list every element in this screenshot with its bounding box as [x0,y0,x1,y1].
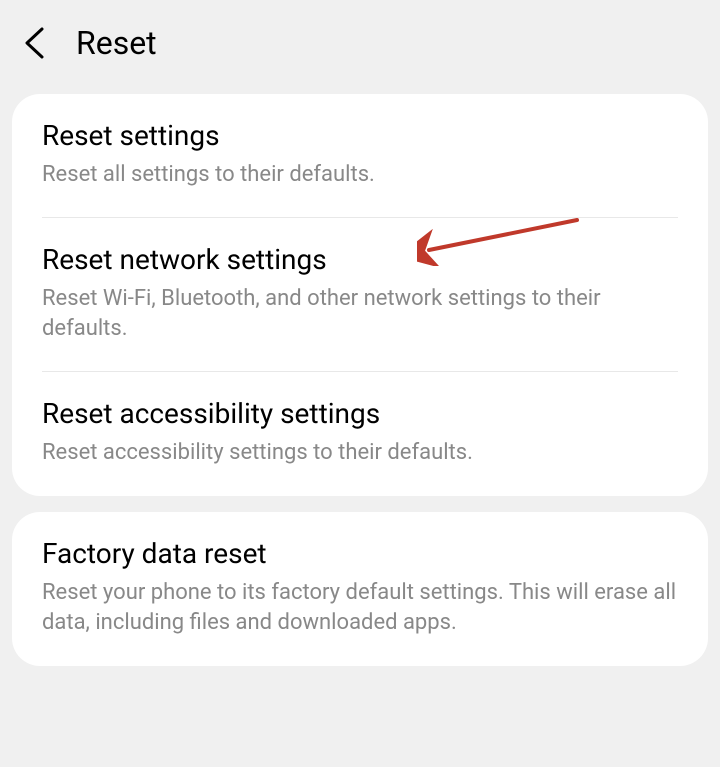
item-description: Reset Wi-Fi, Bluetooth, and other networ… [42,284,678,343]
item-description: Reset accessibility settings to their de… [42,438,678,468]
page-title: Reset [76,24,157,62]
reset-options-card: Reset settings Reset all settings to the… [12,94,708,496]
item-description: Reset your phone to its factory default … [42,578,678,637]
reset-settings-item[interactable]: Reset settings Reset all settings to the… [12,94,708,218]
item-title: Reset settings [42,118,678,154]
item-title: Reset accessibility settings [42,396,678,432]
factory-reset-card: Factory data reset Reset your phone to i… [12,512,708,666]
item-title: Reset network settings [42,242,678,278]
item-description: Reset all settings to their defaults. [42,160,678,190]
reset-accessibility-settings-item[interactable]: Reset accessibility settings Reset acces… [12,372,708,496]
header: Reset [0,0,720,86]
factory-data-reset-item[interactable]: Factory data reset Reset your phone to i… [12,512,708,666]
item-title: Factory data reset [42,536,678,572]
back-icon[interactable] [16,25,52,61]
reset-network-settings-item[interactable]: Reset network settings Reset Wi-Fi, Blue… [12,218,708,372]
